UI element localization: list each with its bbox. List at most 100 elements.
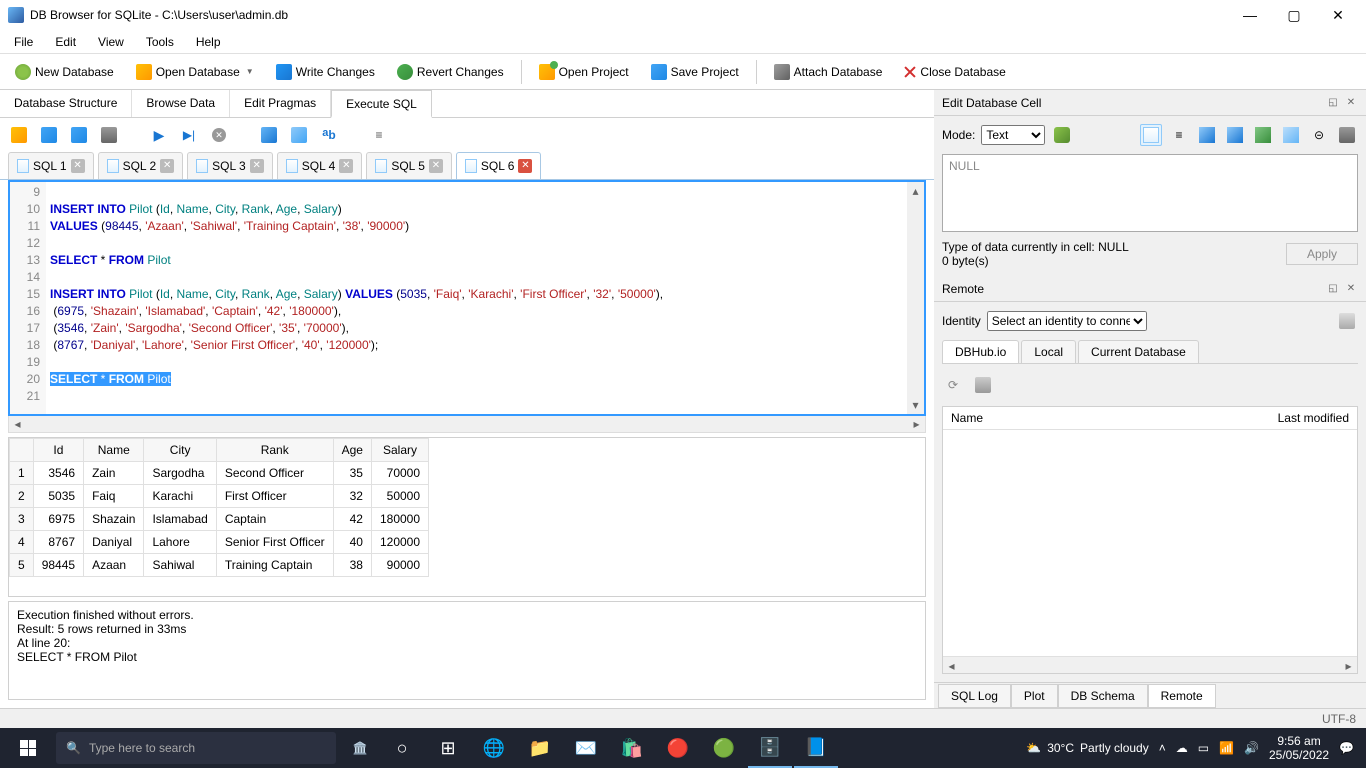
print-icon[interactable] (98, 124, 120, 146)
dbbrowser-task-icon[interactable]: 🗄️ (748, 728, 792, 768)
wifi-icon[interactable]: 📶 (1219, 741, 1234, 755)
close-window-button[interactable]: ✕ (1318, 3, 1358, 27)
execute-icon[interactable]: ▶ (148, 124, 170, 146)
tab-close-icon[interactable]: ✕ (250, 159, 264, 173)
main-tab-edit-pragmas[interactable]: Edit Pragmas (230, 90, 331, 117)
sql-tab-6[interactable]: SQL 6✕ (456, 152, 542, 179)
rtl-icon[interactable]: ≡ (1168, 124, 1190, 146)
save-project-button[interactable]: Save Project (642, 59, 748, 85)
sql-tab-1[interactable]: SQL 1✕ (8, 152, 94, 179)
stop-icon[interactable]: ✕ (208, 124, 230, 146)
open-sql-icon[interactable] (8, 124, 30, 146)
tab-close-icon[interactable]: ✕ (339, 159, 353, 173)
menu-view[interactable]: View (88, 32, 134, 52)
chrome-icon[interactable]: 🔴 (656, 728, 700, 768)
find-replace-icon[interactable]: ab (318, 124, 340, 146)
undock-remote-icon[interactable]: ◱ (1326, 282, 1340, 296)
results-table[interactable]: IdNameCityRankAgeSalary13546ZainSargodha… (8, 437, 926, 597)
bottom-tab-remote[interactable]: Remote (1148, 684, 1216, 708)
find-icon[interactable] (288, 124, 310, 146)
cell-content[interactable]: NULL (942, 154, 1358, 232)
write-changes-button[interactable]: Write Changes (267, 59, 384, 85)
tab-close-icon[interactable]: ✕ (429, 159, 443, 173)
auto-icon[interactable] (1051, 124, 1073, 146)
new-database-button[interactable]: New Database (6, 59, 123, 85)
minimize-button[interactable]: — (1230, 3, 1270, 27)
remote-tab-local[interactable]: Local (1021, 340, 1076, 363)
clear-icon[interactable] (1280, 124, 1302, 146)
store-icon[interactable]: 🛍️ (610, 728, 654, 768)
main-tab-database-structure[interactable]: Database Structure (0, 90, 132, 117)
taskview-icon[interactable]: ⊞ (426, 728, 470, 768)
menu-help[interactable]: Help (186, 32, 231, 52)
close-panel-icon[interactable]: ✕ (1344, 96, 1358, 110)
remote-list[interactable]: Name Last modified ◂▸ (942, 406, 1358, 674)
editor-vscrollbar[interactable]: ▴ ▾ (907, 182, 924, 414)
text-mode-icon[interactable] (1140, 124, 1162, 146)
open-database-button[interactable]: Open Database▼ (127, 59, 263, 85)
menu-edit[interactable]: Edit (45, 32, 86, 52)
editor-hscrollbar[interactable]: ◂ ▸ (8, 416, 926, 433)
undock-icon[interactable]: ◱ (1326, 96, 1340, 110)
sql-editor[interactable]: 9101112131415161718192021 INSERT INTO Pi… (8, 180, 926, 416)
table-row[interactable]: 598445AzaanSahiwalTraining Captain389000… (10, 553, 429, 576)
news-icon[interactable]: 🏛️ (340, 732, 380, 764)
export-icon[interactable] (1224, 124, 1246, 146)
tray-chevron-icon[interactable]: ˄ (1159, 741, 1166, 755)
weather-widget[interactable]: ⛅ 30°C Partly cloudy (1026, 741, 1148, 755)
import-icon[interactable] (1196, 124, 1218, 146)
start-button[interactable] (4, 728, 52, 768)
bottom-tab-plot[interactable]: Plot (1011, 684, 1058, 708)
word-icon[interactable]: 📘 (794, 728, 838, 768)
mode-select[interactable]: Text (981, 125, 1045, 145)
sql-tab-5[interactable]: SQL 5✕ (366, 152, 452, 179)
sql-tab-4[interactable]: SQL 4✕ (277, 152, 363, 179)
table-row[interactable]: 25035FaiqKarachiFirst Officer3250000 (10, 484, 429, 507)
refresh-icon[interactable]: ⟳ (942, 374, 964, 396)
main-tab-browse-data[interactable]: Browse Data (132, 90, 230, 117)
mail-icon[interactable]: ✉️ (564, 728, 608, 768)
battery-icon[interactable]: ▭ (1198, 741, 1209, 755)
erase-icon[interactable]: ⊝ (1308, 124, 1330, 146)
table-row[interactable]: 36975ShazainIslamabadCaptain42180000 (10, 507, 429, 530)
tab-close-icon[interactable]: ✕ (518, 159, 532, 173)
table-row[interactable]: 48767DaniyalLahoreSenior First Officer40… (10, 530, 429, 553)
revert-changes-button[interactable]: Revert Changes (388, 59, 513, 85)
tab-close-icon[interactable]: ✕ (71, 159, 85, 173)
taskbar-search[interactable]: 🔍 Type here to search (56, 732, 336, 764)
tray-clock[interactable]: 9:56 am 25/05/2022 (1269, 734, 1329, 763)
set-null-icon[interactable] (1252, 124, 1274, 146)
apply-button[interactable]: Apply (1286, 243, 1358, 265)
table-row[interactable]: 13546ZainSargodhaSecond Officer3570000 (10, 461, 429, 484)
save-sql-icon[interactable] (38, 124, 60, 146)
main-tab-execute-sql[interactable]: Execute SQL (331, 90, 432, 118)
wamp-icon[interactable]: 🟢 (702, 728, 746, 768)
clone-icon[interactable] (972, 374, 994, 396)
menu-tools[interactable]: Tools (136, 32, 184, 52)
maximize-button[interactable]: ▢ (1274, 3, 1314, 27)
onedrive-icon[interactable]: ☁ (1176, 741, 1188, 755)
indent-icon[interactable]: ≡ (368, 124, 390, 146)
identity-select[interactable]: Select an identity to connect (987, 311, 1147, 331)
sql-tab-2[interactable]: SQL 2✕ (98, 152, 184, 179)
open-project-button[interactable]: Open Project (530, 59, 638, 85)
save-results-icon[interactable] (68, 124, 90, 146)
remote-tab-dbhub-io[interactable]: DBHub.io (942, 340, 1019, 363)
notifications-icon[interactable]: 💬 (1339, 741, 1354, 755)
volume-icon[interactable]: 🔊 (1244, 741, 1259, 755)
close-database-button[interactable]: Close Database (895, 60, 1014, 84)
edge-icon[interactable]: 🌐 (472, 728, 516, 768)
print-cell-icon[interactable] (1336, 124, 1358, 146)
bottom-tab-sql-log[interactable]: SQL Log (938, 684, 1011, 708)
tab-close-icon[interactable]: ✕ (160, 159, 174, 173)
menu-file[interactable]: File (4, 32, 43, 52)
remote-hscrollbar[interactable]: ◂▸ (943, 656, 1357, 673)
cert-icon[interactable] (1336, 310, 1358, 332)
bottom-tab-db-schema[interactable]: DB Schema (1058, 684, 1148, 708)
explorer-icon[interactable]: 📁 (518, 728, 562, 768)
remote-tab-current-database[interactable]: Current Database (1078, 340, 1199, 363)
attach-database-button[interactable]: Attach Database (765, 59, 892, 85)
close-remote-icon[interactable]: ✕ (1344, 282, 1358, 296)
cortana-icon[interactable]: ○ (380, 728, 424, 768)
sql-tab-3[interactable]: SQL 3✕ (187, 152, 273, 179)
